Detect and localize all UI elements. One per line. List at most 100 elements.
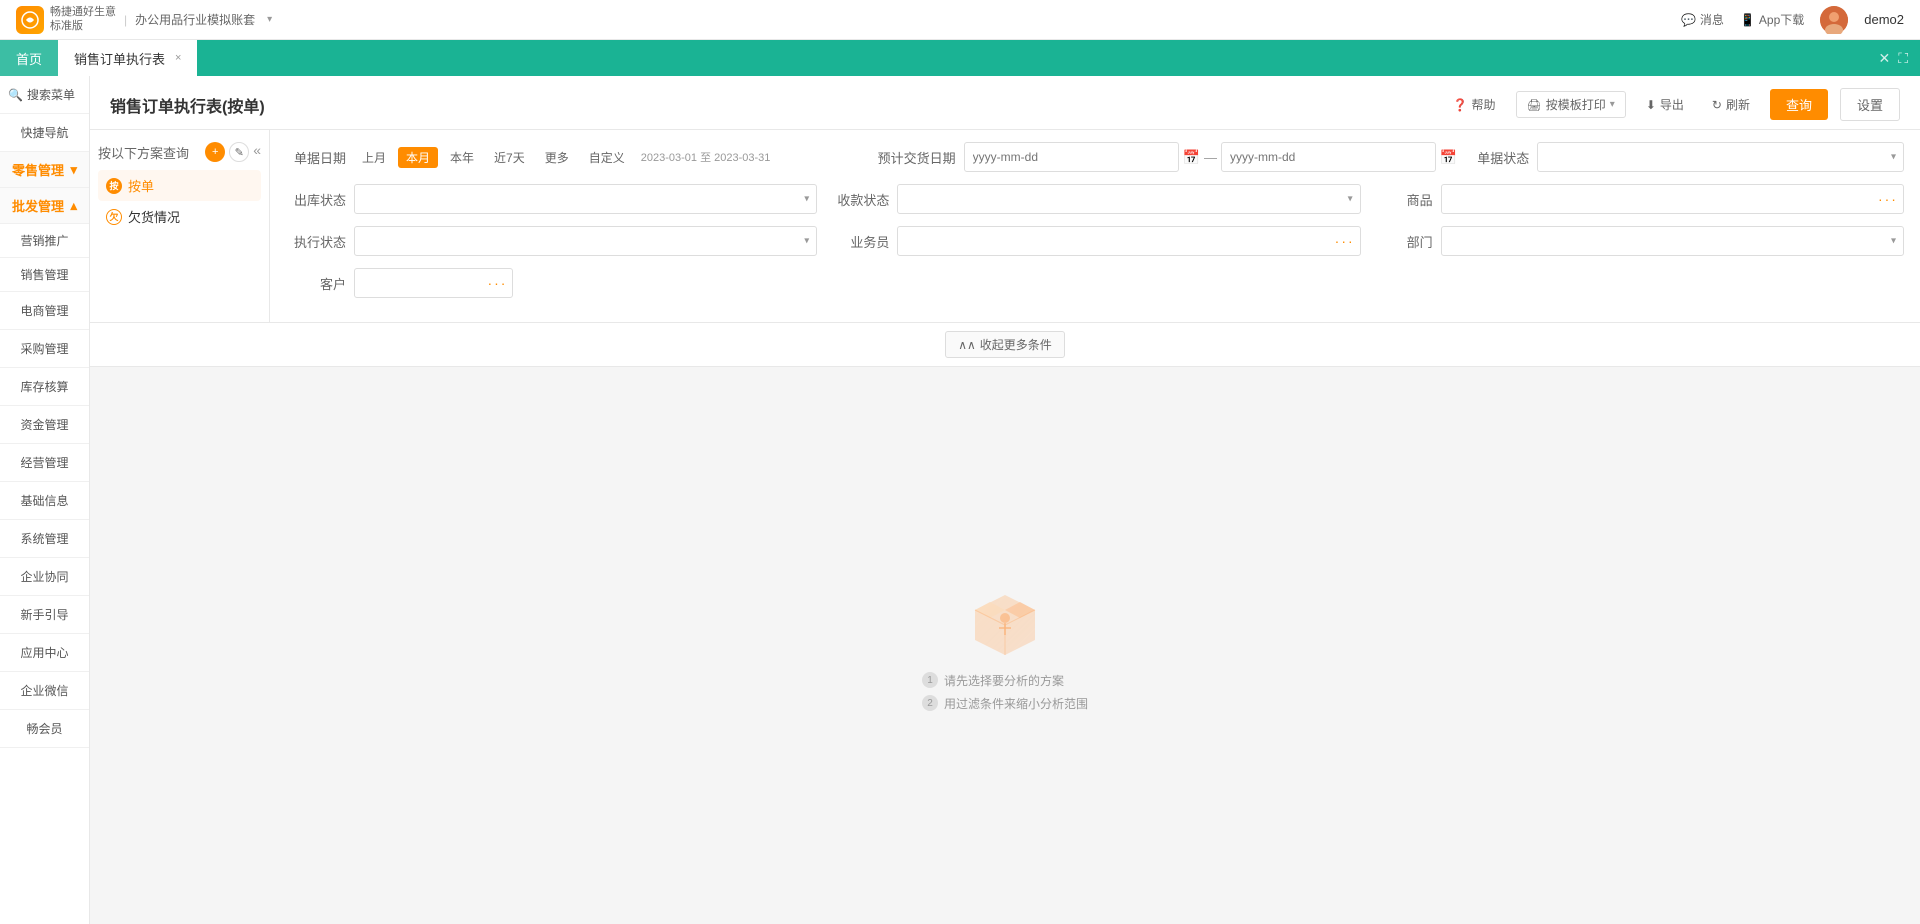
expand-icon[interactable]: ⛶ [1898, 50, 1908, 67]
date-7days[interactable]: 近7天 [486, 147, 533, 168]
help-icon: ❓ [1453, 98, 1468, 112]
sidebar-item-sales[interactable]: 销售管理 [0, 258, 89, 292]
filter-row-4: 客户 ··· [286, 268, 1904, 298]
sidebar-item-quick-nav[interactable]: 快捷导航 [0, 114, 89, 152]
calendar-start-icon[interactable]: 📅 [1183, 149, 1200, 166]
goods-picker-icon[interactable]: ··· [1878, 191, 1898, 207]
tab-close-icon[interactable]: × [175, 52, 181, 64]
message-label: 消息 [1700, 11, 1724, 28]
empty-tips: 1 请先选择要分析的方案 2 用过滤条件来缩小分析范围 [922, 672, 1088, 712]
add-scheme-button[interactable]: + [205, 142, 225, 162]
page-actions: ❓ 帮助 🖨 按模板打印 ▾ ⬇ 导出 ↻ 刷新 查询 设置 [1445, 88, 1900, 121]
export-button[interactable]: ⬇ 导出 [1638, 92, 1692, 117]
nav-tabs: 首页 销售订单执行表 × ✕ ⛶ [0, 40, 1920, 76]
collapse-scheme-button[interactable]: « [253, 142, 261, 162]
close-window-icon[interactable]: ✕ [1878, 50, 1890, 67]
date-label: 单据日期 [286, 148, 346, 167]
date-range-text: 2023-03-01 至 2023-03-31 [641, 149, 771, 165]
print-button[interactable]: 🖨 按模板打印 ▾ [1516, 91, 1626, 118]
goods-label: 商品 [1373, 190, 1433, 209]
sidebar: 🔍 搜索菜单 快捷导航 零售管理 ▾ 批发管理 ▴ 营销推广 销售管理 电商管理… [0, 76, 90, 924]
print-icon: 🖨 [1527, 98, 1542, 112]
edit-scheme-button[interactable]: ✎ [229, 142, 249, 162]
collapse-more-button[interactable]: ∧∧ 收起更多条件 [945, 331, 1065, 358]
tab-sales-order[interactable]: 销售订单执行表 × [58, 40, 197, 76]
sidebar-item-retail[interactable]: 零售管理 ▾ [0, 152, 89, 188]
page-title: 销售订单执行表(按单) [110, 93, 265, 117]
user-name[interactable]: demo2 [1864, 12, 1904, 27]
tab-home[interactable]: 首页 [0, 40, 58, 76]
print-dropdown-icon: ▾ [1610, 99, 1615, 110]
sidebar-item-member[interactable]: 畅会员 [0, 710, 89, 748]
salesperson-picker-icon[interactable]: ··· [1335, 233, 1355, 249]
sidebar-item-purchase[interactable]: 采购管理 [0, 330, 89, 368]
sidebar-item-app-center[interactable]: 应用中心 [0, 634, 89, 672]
message-button[interactable]: 💬 消息 [1681, 11, 1724, 28]
tip-num-1: 1 [922, 672, 938, 688]
calendar-end-icon[interactable]: 📅 [1440, 149, 1457, 166]
date-quick-btns: 上月 本月 本年 近7天 更多 自定义 [354, 147, 633, 168]
goods-input[interactable] [1441, 184, 1904, 214]
breadcrumb: 办公用品行业模拟账套 [135, 11, 255, 28]
sidebar-item-guide[interactable]: 新手引导 [0, 596, 89, 634]
date-prev-month[interactable]: 上月 [354, 147, 394, 168]
date-this-year[interactable]: 本年 [442, 147, 482, 168]
help-button[interactable]: ❓ 帮助 [1445, 92, 1504, 117]
payment-status-select[interactable] [897, 184, 1360, 214]
collapse-icon: ∧∧ [958, 338, 976, 352]
search-label: 搜索菜单 [27, 86, 75, 103]
breadcrumb-dropdown-icon[interactable]: ▾ [267, 14, 272, 25]
tip-num-2: 2 [922, 695, 938, 711]
date-separator: — [1204, 150, 1217, 165]
sidebar-item-marketing[interactable]: 营销推广 [0, 224, 89, 258]
collapse-section: ∧∧ 收起更多条件 [90, 322, 1920, 366]
sidebar-item-inventory[interactable]: 库存核算 [0, 368, 89, 406]
search-icon: 🔍 [8, 88, 23, 102]
scheme-item-single[interactable]: 按 按单 [98, 170, 261, 201]
scheme-item-shortage[interactable]: 欠 欠货情况 [98, 201, 261, 232]
refresh-button[interactable]: ↻ 刷新 [1704, 92, 1758, 117]
home-tab-label: 首页 [16, 49, 42, 68]
filter-item-payment: 收款状态 ▾ [829, 184, 1360, 214]
dept-select[interactable] [1441, 226, 1904, 256]
sidebar-item-system[interactable]: 系统管理 [0, 520, 89, 558]
salesperson-input[interactable] [897, 226, 1360, 256]
filter-item-dept: 部门 ▾ [1373, 226, 1904, 256]
filter-row-1: 单据日期 上月 本月 本年 近7天 更多 自定义 20 [286, 142, 1904, 172]
sidebar-item-ecommerce[interactable]: 电商管理 [0, 292, 89, 330]
sidebar-item-operation[interactable]: 经营管理 [0, 444, 89, 482]
empty-state: 1 请先选择要分析的方案 2 用过滤条件来缩小分析范围 [90, 367, 1920, 924]
customer-picker-icon[interactable]: ··· [487, 275, 507, 291]
retail-arrow: ▾ [70, 162, 77, 178]
wholesale-arrow: ▴ [70, 198, 77, 214]
expected-delivery-start[interactable] [964, 142, 1179, 172]
settings-button[interactable]: 设置 [1840, 88, 1900, 121]
header-right: 💬 消息 📱 App下载 demo2 [1681, 6, 1904, 34]
logo-icon [16, 6, 44, 34]
sidebar-item-wechat[interactable]: 企业微信 [0, 672, 89, 710]
export-label: 导出 [1660, 96, 1684, 113]
exec-status-label: 执行状态 [286, 232, 346, 251]
download-icon: 📱 [1740, 13, 1755, 27]
tip-text-2: 用过滤条件来缩小分析范围 [944, 695, 1088, 712]
quick-nav-label: 快捷导航 [20, 124, 68, 141]
sidebar-item-basic-info[interactable]: 基础信息 [0, 482, 89, 520]
status-label: 单据状态 [1469, 148, 1529, 167]
sidebar-item-wholesale[interactable]: 批发管理 ▴ [0, 188, 89, 224]
sidebar-item-finance[interactable]: 资金管理 [0, 406, 89, 444]
date-more[interactable]: 更多 [537, 147, 577, 168]
sidebar-search[interactable]: 🔍 搜索菜单 [0, 76, 89, 114]
date-this-month[interactable]: 本月 [398, 147, 438, 168]
scheme-icon-outline: 欠 [106, 209, 122, 225]
exec-status-select[interactable] [354, 226, 817, 256]
logo-area: 畅捷通好生意 标准版 [16, 6, 116, 34]
sidebar-item-enterprise[interactable]: 企业协同 [0, 558, 89, 596]
expected-delivery-end[interactable] [1221, 142, 1436, 172]
date-custom[interactable]: 自定义 [581, 147, 633, 168]
query-button[interactable]: 查询 [1770, 89, 1828, 120]
app-download-button[interactable]: 📱 App下载 [1740, 11, 1804, 28]
filter-section: 按以下方案查询 + ✎ « 按 按单 欠 欠货情况 [90, 130, 1920, 367]
status-select[interactable] [1537, 142, 1904, 172]
export-icon: ⬇ [1646, 98, 1656, 112]
warehouse-status-select[interactable] [354, 184, 817, 214]
